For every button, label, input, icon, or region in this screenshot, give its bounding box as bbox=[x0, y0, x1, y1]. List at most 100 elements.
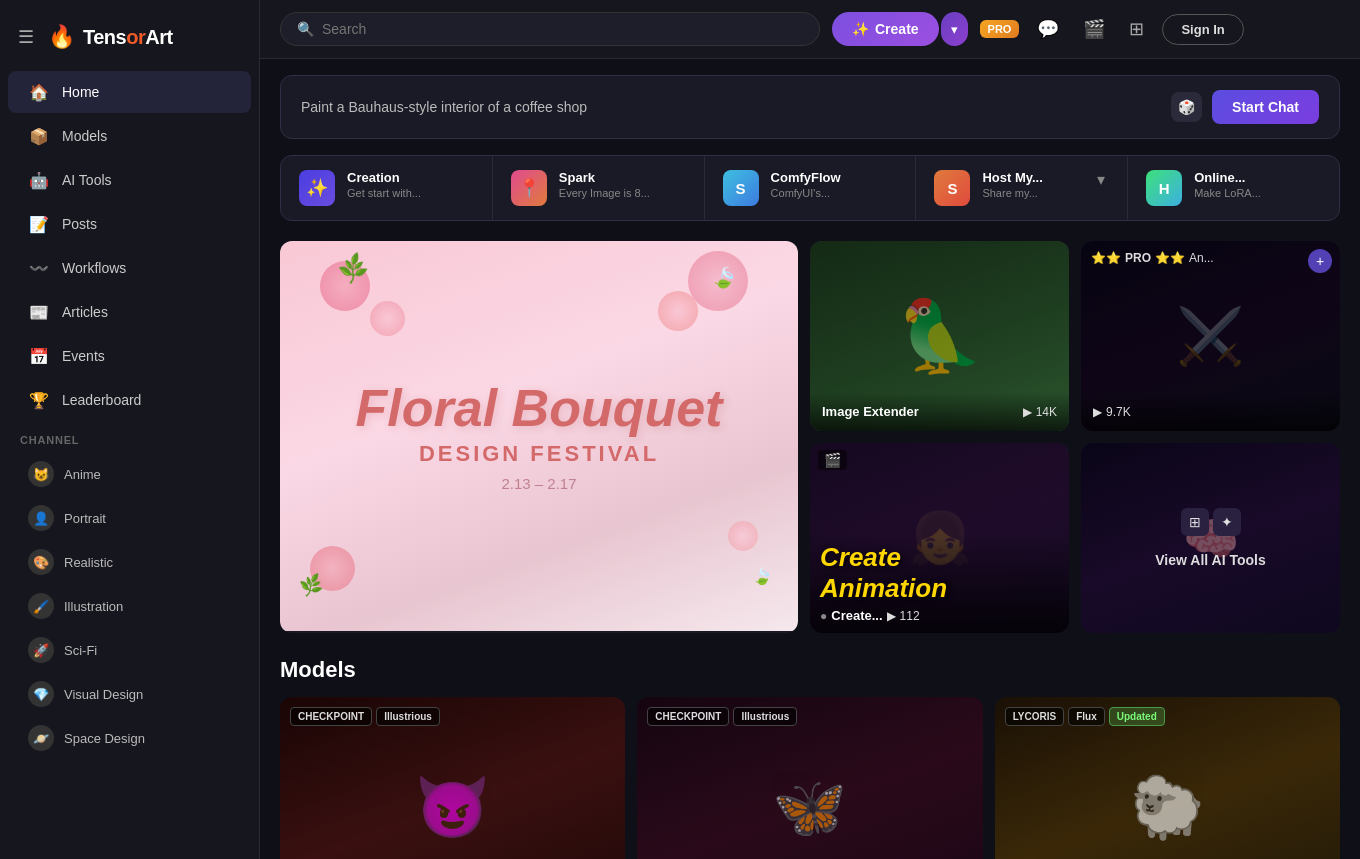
model-tag-illustrious-0: Illustrious bbox=[376, 707, 440, 726]
comfyflow-subtitle: ComfyUI's... bbox=[771, 187, 898, 199]
articles-icon: 📰 bbox=[28, 301, 50, 323]
content-area: Paint a Bauhaus-style interior of a coff… bbox=[260, 59, 1360, 859]
model-emoji-1: 🦋 bbox=[772, 772, 847, 843]
view-all-background: 🧠 ⊞ ✦ View All AI Tools bbox=[1081, 443, 1340, 633]
spark-content: Spark Every Image is 8... bbox=[559, 170, 686, 199]
channel-label: Portrait bbox=[64, 511, 106, 526]
model-card-1[interactable]: 🦋 CHECKPOINT Illustrious bbox=[637, 697, 982, 859]
ai-tool-icon-1: ⊞ bbox=[1181, 508, 1209, 536]
topbar: 🔍 ✨ Create ▾ PRO 💬 🎬 ⊞ Sign In bbox=[260, 0, 1360, 59]
comfyflow-content: ComfyFlow ComfyUI's... bbox=[771, 170, 898, 199]
logo-icon: 🔥 bbox=[48, 24, 75, 50]
model-tag-lycoris-2: LYCORIS bbox=[1005, 707, 1065, 726]
image-grid: 🌿 🍃 🌿 🍃 Floral Bouquet DESIGN FESTIVAL 2… bbox=[280, 241, 1340, 633]
sidebar-item-articles[interactable]: 📰 Articles bbox=[8, 291, 251, 333]
models-grid: 😈 CHECKPOINT Illustrious 🦋 CHECKPOINT Il… bbox=[280, 697, 1340, 859]
sidebar-item-events[interactable]: 📅 Events bbox=[8, 335, 251, 377]
anime-stats: ● Create... ▶ 112 bbox=[820, 608, 1059, 623]
feature-card-spark[interactable]: 📍 Spark Every Image is 8... bbox=[493, 156, 705, 220]
online-title: Online... bbox=[1194, 170, 1321, 185]
sidebar: ☰ 🔥 TensorArt 🏠 Home 📦 Models 🤖 AI Tools… bbox=[0, 0, 260, 859]
sidebar-channel-illustration[interactable]: 🖌️ Illustration bbox=[8, 585, 251, 627]
dice-icon-button[interactable]: 🎲 bbox=[1171, 92, 1202, 122]
apps-icon-button[interactable]: ⊞ bbox=[1123, 12, 1150, 46]
model-tag-flux-2: Flux bbox=[1068, 707, 1105, 726]
home-icon: 🏠 bbox=[28, 81, 50, 103]
illustration-icon: 🖌️ bbox=[28, 593, 54, 619]
pro-badge[interactable]: PRO bbox=[980, 20, 1020, 38]
sidebar-channel-visual-design[interactable]: 💎 Visual Design bbox=[8, 673, 251, 715]
pro-warrior-card[interactable]: ⚔️ ⭐⭐ PRO ⭐⭐ An... + ▶ 9.7K bbox=[1081, 241, 1340, 431]
start-chat-button[interactable]: Start Chat bbox=[1212, 90, 1319, 124]
create-animation-card[interactable]: 👧 🎬 CreateAnimation ● Create... ▶ 112 bbox=[810, 443, 1069, 633]
subscription-icon-button[interactable]: 🎬 bbox=[1077, 12, 1111, 46]
sidebar-item-home[interactable]: 🏠 Home bbox=[8, 71, 251, 113]
discord-icon: 💬 bbox=[1037, 18, 1059, 40]
model-tag-updated-2: Updated bbox=[1109, 707, 1165, 726]
feature-card-comfyflow[interactable]: S ComfyFlow ComfyUI's... bbox=[705, 156, 917, 220]
realistic-icon: 🎨 bbox=[28, 549, 54, 575]
prompt-bar: Paint a Bauhaus-style interior of a coff… bbox=[280, 75, 1340, 139]
sidebar-nav-label: Events bbox=[62, 348, 105, 364]
app-title: TensorArt bbox=[83, 26, 173, 49]
feature-card-online[interactable]: H Online... Make LoRA... bbox=[1128, 156, 1339, 220]
discord-icon-button[interactable]: 💬 bbox=[1031, 12, 1065, 46]
sidebar-nav-label: Articles bbox=[62, 304, 108, 320]
spark-title: Spark bbox=[559, 170, 686, 185]
models-section: Models 😈 CHECKPOINT Illustrious 🦋 bbox=[280, 657, 1340, 859]
comfyflow-icon: S bbox=[723, 170, 759, 206]
sidebar-nav-label: AI Tools bbox=[62, 172, 112, 188]
workflows-icon: 〰️ bbox=[28, 257, 50, 279]
view-all-ai-tools-card[interactable]: 🧠 ⊞ ✦ View All AI Tools bbox=[1081, 443, 1340, 633]
sidebar-channel-space-design[interactable]: 🪐 Space Design bbox=[8, 717, 251, 759]
feature-card-creation[interactable]: ✨ Creation Get start with... bbox=[281, 156, 493, 220]
hamburger-button[interactable]: ☰ bbox=[12, 20, 40, 54]
pro-tag: PRO bbox=[1125, 251, 1151, 265]
an-tag: An... bbox=[1189, 251, 1214, 265]
sidebar-item-ai-tools[interactable]: 🤖 AI Tools bbox=[8, 159, 251, 201]
model-tags-2: LYCORIS Flux Updated bbox=[1005, 707, 1165, 726]
models-icon: 📦 bbox=[28, 125, 50, 147]
creation-title: Creation bbox=[347, 170, 474, 185]
create-stat: ▶ 112 bbox=[887, 609, 920, 623]
sign-in-button[interactable]: Sign In bbox=[1162, 14, 1243, 45]
sidebar-channel-sci-fi[interactable]: 🚀 Sci-Fi bbox=[8, 629, 251, 671]
sidebar-item-leaderboard[interactable]: 🏆 Leaderboard bbox=[8, 379, 251, 421]
spark-icon: 📍 bbox=[511, 170, 547, 206]
sidebar-item-models[interactable]: 📦 Models bbox=[8, 115, 251, 157]
search-icon: 🔍 bbox=[297, 21, 314, 37]
sidebar-channel-anime[interactable]: 😺 Anime bbox=[8, 453, 251, 495]
plus-icon-button[interactable]: + bbox=[1308, 249, 1332, 273]
video-icon-badge: 🎬 bbox=[818, 451, 847, 469]
grid-main-card[interactable]: 🌿 🍃 🌿 🍃 Floral Bouquet DESIGN FESTIVAL 2… bbox=[280, 241, 798, 633]
feature-card-host[interactable]: S Host My... Share my... ▾ bbox=[916, 156, 1128, 220]
sidebar-channel-portrait[interactable]: 👤 Portrait bbox=[8, 497, 251, 539]
channel-label: Sci-Fi bbox=[64, 643, 97, 658]
model-card-2[interactable]: 🐑 LYCORIS Flux Updated bbox=[995, 697, 1340, 859]
create-button[interactable]: ✨ Create bbox=[832, 12, 939, 46]
channel-label: Visual Design bbox=[64, 687, 143, 702]
model-tag-checkpoint-1: CHECKPOINT bbox=[647, 707, 729, 726]
sidebar-item-posts[interactable]: 📝 Posts bbox=[8, 203, 251, 245]
model-card-0[interactable]: 😈 CHECKPOINT Illustrious bbox=[280, 697, 625, 859]
play-icon-2: ▶ bbox=[1093, 405, 1102, 419]
search-bar[interactable]: 🔍 bbox=[280, 12, 820, 46]
sidebar-item-workflows[interactable]: 〰️ Workflows bbox=[8, 247, 251, 289]
prompt-text: Paint a Bauhaus-style interior of a coff… bbox=[301, 99, 587, 115]
sidebar-channel-realistic[interactable]: 🎨 Realistic bbox=[8, 541, 251, 583]
feature-more-button[interactable]: ▾ bbox=[1093, 170, 1109, 189]
search-input[interactable] bbox=[322, 21, 803, 37]
view-all-label: View All AI Tools bbox=[1155, 552, 1265, 568]
image-extender-card[interactable]: 🦜 Image Extender ▶ 14K bbox=[810, 241, 1069, 431]
play-icon: ▶ bbox=[1023, 405, 1032, 419]
visual-design-icon: 💎 bbox=[28, 681, 54, 707]
create-icon: ✨ bbox=[852, 21, 869, 37]
apps-icon: ⊞ bbox=[1129, 18, 1144, 40]
create-label: Create bbox=[875, 21, 919, 37]
floral-main-title: Floral Bouquet bbox=[356, 380, 723, 437]
create-dropdown-button[interactable]: ▾ bbox=[941, 12, 968, 46]
floral-flower-6 bbox=[728, 521, 758, 551]
main-area: 🔍 ✨ Create ▾ PRO 💬 🎬 ⊞ Sign In Paint a B… bbox=[260, 0, 1360, 859]
dice-icon: 🎲 bbox=[1178, 99, 1195, 115]
host-content: Host My... Share my... bbox=[982, 170, 1081, 199]
